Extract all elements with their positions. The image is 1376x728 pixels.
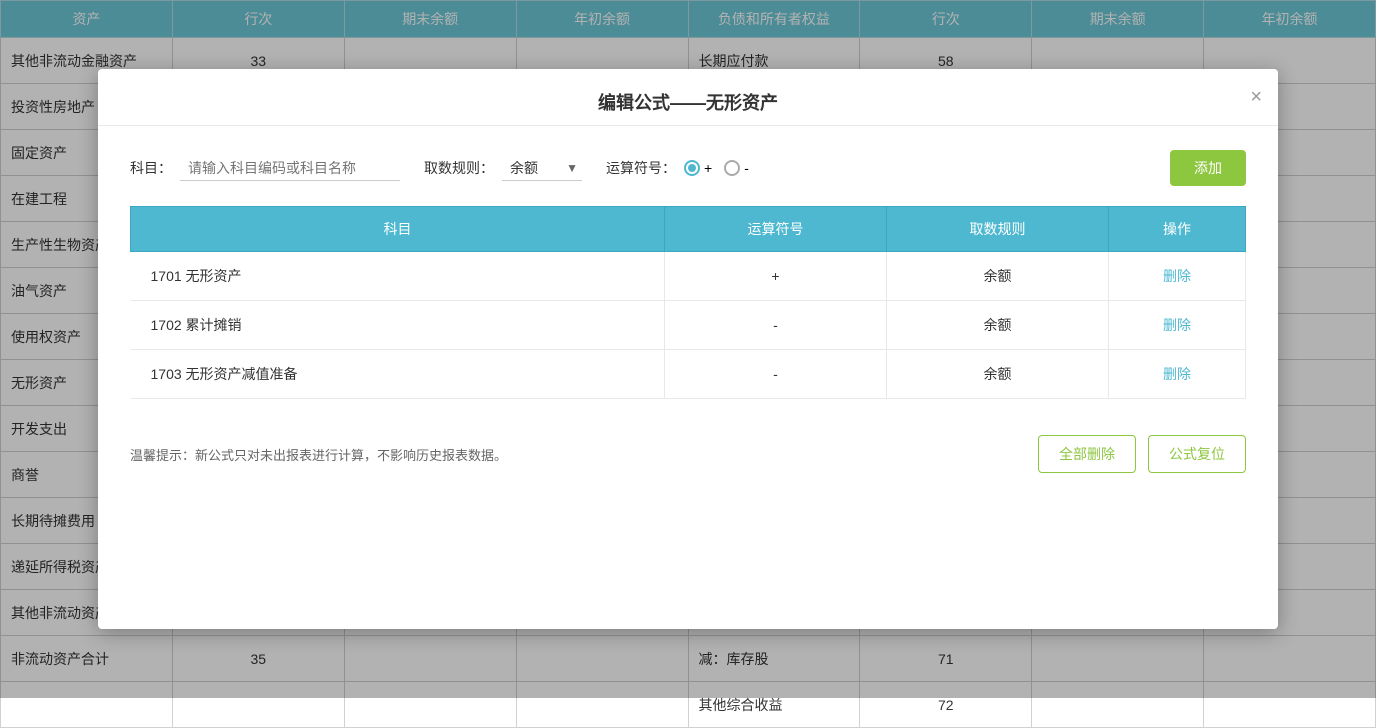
close-button[interactable]: ×	[1250, 87, 1262, 107]
radio-plus[interactable]: +	[684, 160, 712, 176]
rule-group: 取数规则： 余额 借方 贷方 ▼	[424, 156, 582, 181]
subject-group: 科目：	[130, 156, 400, 181]
th-action: 操作	[1109, 207, 1246, 252]
formula-action: 删除	[1109, 301, 1246, 350]
table-header-row: 科目 运算符号 取数规则 操作	[131, 207, 1246, 252]
formula-operator: -	[664, 350, 886, 399]
formula-rule: 余额	[887, 350, 1109, 399]
formula-table: 科目 运算符号 取数规则 操作 1701 无形资产 + 余额 删除 1702 累…	[130, 206, 1246, 399]
formula-action: 删除	[1109, 252, 1246, 301]
formula-row: 1702 累计摊销 - 余额 删除	[131, 301, 1246, 350]
formula-row: 1701 无形资产 + 余额 删除	[131, 252, 1246, 301]
rule-label: 取数规则：	[424, 158, 494, 178]
delete-link[interactable]: 删除	[1163, 317, 1191, 333]
warning-text: 温馨提示：新公式只对未出报表进行计算，不影响历史报表数据。	[130, 445, 507, 464]
radio-group: + -	[684, 160, 749, 176]
radio-minus-label: -	[744, 160, 749, 176]
reset-button[interactable]: 公式复位	[1148, 435, 1246, 473]
operator-group: 运算符号： + -	[606, 158, 749, 178]
modal-overlay: 编辑公式——无形资产 × 科目： 取数规则： 余额 借方 贷方	[0, 0, 1376, 698]
modal-body: 科目： 取数规则： 余额 借方 贷方 ▼ 运算符号：	[98, 126, 1278, 419]
modal-title: 编辑公式——无形资产	[598, 93, 778, 113]
th-subject: 科目	[131, 207, 665, 252]
modal-header: 编辑公式——无形资产 ×	[98, 69, 1278, 126]
subject-input[interactable]	[180, 156, 400, 181]
form-row: 科目： 取数规则： 余额 借方 贷方 ▼ 运算符号：	[130, 150, 1246, 186]
th-rule: 取数规则	[887, 207, 1109, 252]
modal-dialog: 编辑公式——无形资产 × 科目： 取数规则： 余额 借方 贷方	[98, 69, 1278, 629]
add-button[interactable]: 添加	[1170, 150, 1246, 186]
formula-subject: 1703 无形资产减值准备	[131, 350, 665, 399]
delete-all-button[interactable]: 全部删除	[1038, 435, 1136, 473]
formula-rule: 余额	[887, 301, 1109, 350]
delete-link[interactable]: 删除	[1163, 268, 1191, 284]
formula-subject: 1701 无形资产	[131, 252, 665, 301]
radio-minus-circle	[724, 160, 740, 176]
formula-operator: +	[664, 252, 886, 301]
modal-footer: 温馨提示：新公式只对未出报表进行计算，不影响历史报表数据。 全部删除 公式复位	[98, 419, 1278, 493]
operator-label: 运算符号：	[606, 158, 676, 178]
th-operator: 运算符号	[664, 207, 886, 252]
radio-plus-label: +	[704, 160, 712, 176]
subject-label: 科目：	[130, 158, 172, 178]
formula-rule: 余额	[887, 252, 1109, 301]
formula-operator: -	[664, 301, 886, 350]
radio-plus-circle	[684, 160, 700, 176]
delete-link[interactable]: 删除	[1163, 366, 1191, 382]
footer-buttons: 全部删除 公式复位	[1038, 435, 1246, 473]
rule-select-wrap: 余额 借方 贷方 ▼	[502, 156, 582, 181]
rule-select[interactable]: 余额 借方 贷方	[502, 156, 582, 181]
formula-subject: 1702 累计摊销	[131, 301, 665, 350]
formula-action: 删除	[1109, 350, 1246, 399]
formula-row: 1703 无形资产减值准备 - 余额 删除	[131, 350, 1246, 399]
radio-minus[interactable]: -	[724, 160, 749, 176]
